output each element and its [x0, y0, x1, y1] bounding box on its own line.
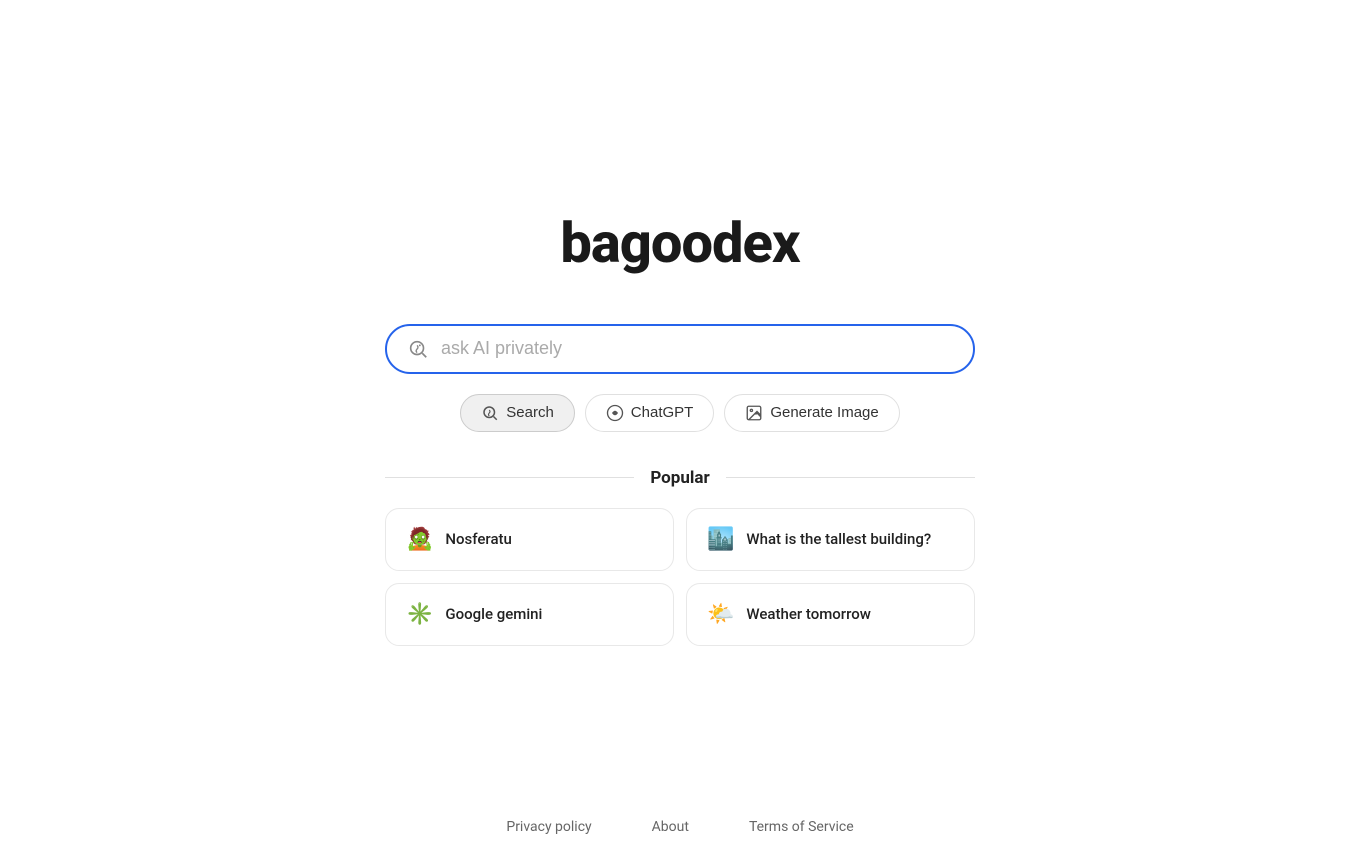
weather-tomorrow-emoji: 🌤️: [707, 602, 734, 627]
popular-section: Popular 🧟 Nosferatu 🏙️ What is the talle…: [385, 468, 975, 646]
tallest-building-emoji: 🏙️: [707, 527, 734, 552]
logo-text: bagoodex: [560, 210, 799, 276]
nosferatu-emoji: 🧟: [406, 527, 433, 552]
search-icon: [481, 404, 499, 422]
footer: Privacy policy About Terms of Service: [0, 795, 1360, 859]
popular-card-nosferatu[interactable]: 🧟 Nosferatu: [385, 508, 674, 571]
popular-grid: 🧟 Nosferatu 🏙️ What is the tallest build…: [385, 508, 975, 646]
tallest-building-text: What is the tallest building?: [746, 530, 931, 548]
popular-card-google-gemini[interactable]: ✳️ Google gemini: [385, 583, 674, 646]
google-gemini-text: Google gemini: [445, 605, 542, 623]
search-box: [385, 324, 975, 374]
popular-card-tallest-building[interactable]: 🏙️ What is the tallest building?: [686, 508, 975, 571]
nosferatu-text: Nosferatu: [445, 530, 512, 548]
search-button[interactable]: Search: [460, 394, 575, 432]
privacy-policy-link[interactable]: Privacy policy: [506, 819, 591, 835]
search-container: [385, 324, 975, 374]
search-input[interactable]: [441, 338, 953, 359]
chatgpt-label: ChatGPT: [631, 404, 694, 421]
weather-tomorrow-text: Weather tomorrow: [746, 605, 870, 623]
popular-title: Popular: [634, 468, 725, 488]
image-icon: [745, 404, 763, 422]
popular-divider: Popular: [385, 468, 975, 488]
chatgpt-button[interactable]: ChatGPT: [585, 394, 715, 432]
popular-card-weather-tomorrow[interactable]: 🌤️ Weather tomorrow: [686, 583, 975, 646]
search-label: Search: [506, 404, 554, 421]
action-buttons: Search ChatGPT Generate Image: [460, 394, 899, 432]
divider-right: [726, 477, 975, 478]
divider-left: [385, 477, 634, 478]
about-link[interactable]: About: [652, 819, 689, 835]
generate-image-label: Generate Image: [770, 404, 878, 421]
logo: bagoodex: [560, 210, 799, 276]
generate-image-button[interactable]: Generate Image: [724, 394, 899, 432]
google-gemini-emoji: ✳️: [406, 602, 433, 627]
terms-link[interactable]: Terms of Service: [749, 819, 854, 835]
ai-search-icon: [407, 338, 429, 360]
main-content: bagoodex Se: [0, 0, 1360, 795]
chatgpt-icon: [606, 404, 624, 422]
